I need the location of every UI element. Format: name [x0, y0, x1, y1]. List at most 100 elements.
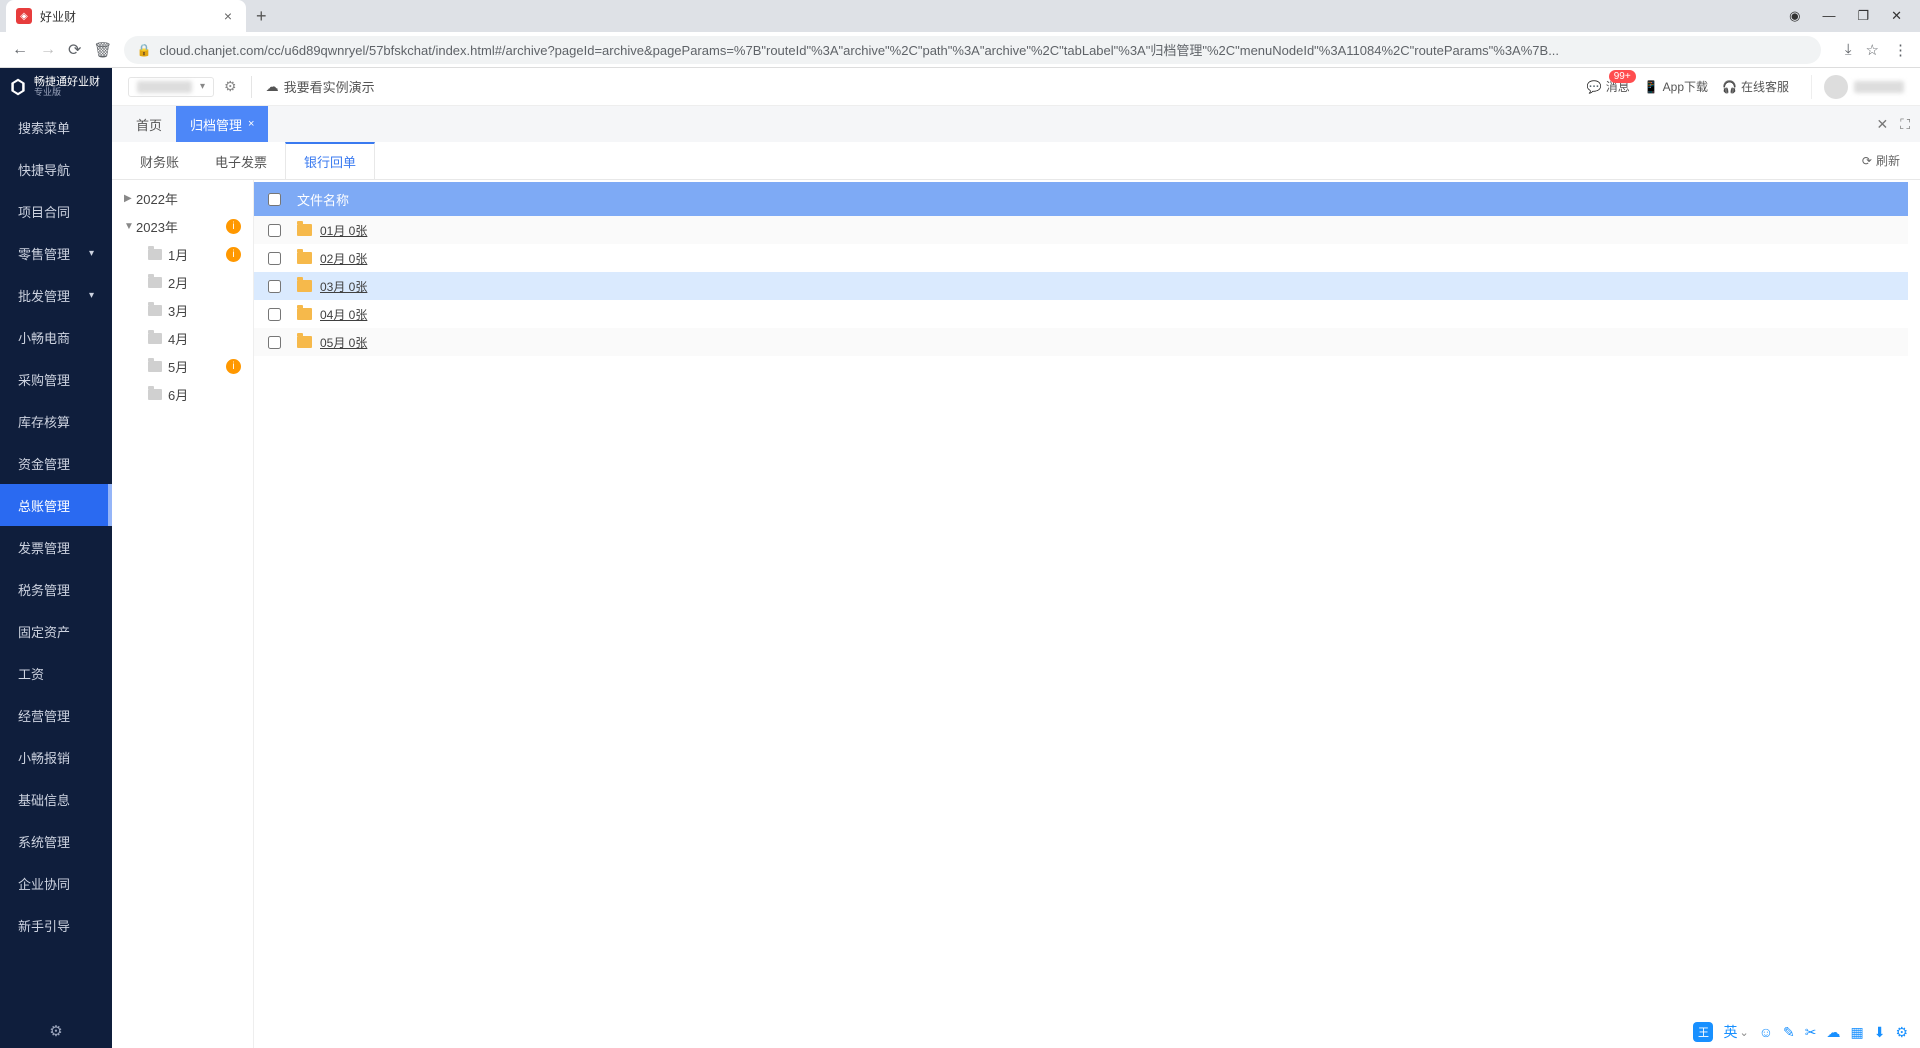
tray-image-icon[interactable]: ▦ — [1850, 1024, 1863, 1041]
sidebar-item-label: 小畅报销 — [18, 748, 70, 767]
reload-button[interactable]: ⟳ — [68, 40, 81, 60]
support-label: 在线客服 — [1741, 78, 1789, 95]
avatar-icon — [1824, 75, 1848, 99]
lock-icon: 🔒 — [136, 43, 151, 57]
tab-home[interactable]: 首页 — [122, 106, 176, 142]
close-window-icon[interactable]: ✕ — [1891, 8, 1902, 24]
tab-archive[interactable]: 归档管理 × — [176, 106, 268, 142]
ime-lang[interactable]: 英 ⌄ — [1723, 1022, 1748, 1042]
sidebar-item[interactable]: 小畅报销 — [0, 736, 112, 778]
sidebar-item[interactable]: 基础信息 — [0, 778, 112, 820]
forward-button[interactable]: → — [40, 41, 56, 59]
select-all-checkbox[interactable] — [268, 193, 281, 206]
folder-icon — [148, 305, 162, 316]
tray-cloud-icon[interactable]: ☁ — [1826, 1024, 1840, 1041]
bookmark-icon[interactable]: ☆ — [1866, 41, 1879, 59]
user-menu[interactable] — [1811, 75, 1904, 99]
list-header: 文件名称 — [254, 182, 1908, 216]
sidebar-item[interactable]: 快捷导航 — [0, 148, 112, 190]
table-row[interactable]: 03月 0张 — [254, 272, 1908, 300]
messages-button[interactable]: 💬 消息 99+ — [1587, 78, 1630, 95]
sidebar-item[interactable]: 发票管理 — [0, 526, 112, 568]
tree-month[interactable]: 3月 — [112, 296, 253, 324]
row-checkbox[interactable] — [268, 336, 281, 349]
sidebar-item[interactable]: 批发管理▾ — [0, 274, 112, 316]
sidebar-item[interactable]: 固定资产 — [0, 610, 112, 652]
tree-year-2023[interactable]: ▼ 2023年 i — [112, 212, 253, 240]
table-row[interactable]: 04月 0张 — [254, 300, 1908, 328]
sidebar-item[interactable]: 税务管理 — [0, 568, 112, 610]
close-tab-icon[interactable]: × — [248, 118, 254, 130]
row-checkbox[interactable] — [268, 280, 281, 293]
row-checkbox[interactable] — [268, 252, 281, 265]
sidebar-item[interactable]: 搜索菜单 — [0, 106, 112, 148]
subtab[interactable]: 银行回单 — [285, 142, 375, 179]
url-field[interactable]: 🔒 cloud.chanjet.com/cc/u6d89qwnryel/57bf… — [124, 36, 1820, 64]
sidebar-item[interactable]: 零售管理▾ — [0, 232, 112, 274]
incognito-icon[interactable]: ◉ — [1789, 8, 1800, 24]
org-selector[interactable]: ▾ — [128, 77, 214, 97]
install-app-icon[interactable]: ⤓ — [1845, 41, 1852, 59]
month-label: 3月 — [168, 301, 188, 320]
browser-menu-icon[interactable]: ⋮ — [1893, 41, 1908, 59]
subtab[interactable]: 财务账 — [122, 142, 197, 179]
table-row[interactable]: 05月 0张 — [254, 328, 1908, 356]
file-link[interactable]: 02月 0张 — [320, 250, 367, 267]
subtab[interactable]: 电子发票 — [197, 142, 285, 179]
maximize-icon[interactable]: ❐ — [1857, 8, 1869, 24]
browser-tab[interactable]: ◈ 好业财 × — [6, 0, 246, 32]
fullscreen-icon[interactable]: ⛶ — [1900, 116, 1910, 133]
sidebar-item[interactable]: 新手引导 — [0, 904, 112, 946]
ime-badge[interactable]: 王 — [1693, 1022, 1713, 1042]
table-row[interactable]: 01月 0张 — [254, 216, 1908, 244]
minimize-icon[interactable]: — — [1822, 8, 1835, 24]
table-row[interactable]: 02月 0张 — [254, 244, 1908, 272]
tray-scissors-icon[interactable]: ✂ — [1805, 1024, 1817, 1041]
row-checkbox[interactable] — [268, 308, 281, 321]
tray-gear-icon[interactable]: ⚙ — [1895, 1024, 1908, 1041]
sidebar-item-label: 搜索菜单 — [18, 118, 70, 137]
sidebar-item-label: 库存核算 — [18, 412, 70, 431]
sidebar-item-label: 基础信息 — [18, 790, 70, 809]
new-tab-button[interactable]: + — [256, 6, 267, 27]
tree-month[interactable]: 2月 — [112, 268, 253, 296]
back-button[interactable]: ← — [12, 41, 28, 59]
tray-download-icon[interactable]: ⬇ — [1874, 1024, 1886, 1041]
tray-edit-icon[interactable]: ✎ — [1783, 1024, 1795, 1041]
sidebar-item[interactable]: 项目合同 — [0, 190, 112, 232]
tree-month[interactable]: 6月 — [112, 380, 253, 408]
tree-month[interactable]: 1月i — [112, 240, 253, 268]
close-all-tabs-icon[interactable]: ✕ — [1876, 116, 1888, 133]
year-2023-label: 2023年 — [136, 217, 178, 236]
file-list: 文件名称 01月 0张 02月 0张 03月 0张 04月 0张 05月 0张 — [254, 180, 1908, 1048]
browser-tab-title: 好业财 — [40, 8, 76, 25]
tree-year-2022[interactable]: ▶ 2022年 — [112, 184, 253, 212]
tree-month[interactable]: 4月 — [112, 324, 253, 352]
sidebar-item[interactable]: 企业协同 — [0, 862, 112, 904]
trash-icon[interactable]: 🗑 — [93, 41, 112, 59]
file-link[interactable]: 03月 0张 — [320, 278, 367, 295]
tray-smile-icon[interactable]: ☺ — [1759, 1024, 1773, 1040]
sidebar-item[interactable]: 总账管理 — [0, 484, 112, 526]
sidebar-item[interactable]: 工资 — [0, 652, 112, 694]
sidebar-item[interactable]: 小畅电商 — [0, 316, 112, 358]
divider — [251, 76, 252, 98]
close-tab-icon[interactable]: × — [224, 8, 232, 24]
tree-month[interactable]: 5月i — [112, 352, 253, 380]
file-link[interactable]: 04月 0张 — [320, 306, 367, 323]
row-checkbox[interactable] — [268, 224, 281, 237]
file-link[interactable]: 01月 0张 — [320, 222, 367, 239]
sidebar-item[interactable]: 资金管理 — [0, 442, 112, 484]
support-button[interactable]: 🎧 在线客服 — [1722, 78, 1789, 95]
sidebar-item[interactable]: 库存核算 — [0, 400, 112, 442]
file-link[interactable]: 05月 0张 — [320, 334, 367, 351]
demo-link[interactable]: ☁ 我要看实例演示 — [266, 77, 375, 96]
sidebar-item[interactable]: 经营管理 — [0, 694, 112, 736]
refresh-button[interactable]: ⟳ 刷新 — [1862, 142, 1900, 179]
org-settings-icon[interactable]: ⚙ — [224, 78, 237, 95]
app-download-button[interactable]: 📱 App下载 — [1644, 78, 1708, 95]
sidebar-item-label: 经营管理 — [18, 706, 70, 725]
sidebar-settings-icon[interactable]: ⚙ — [0, 1022, 112, 1040]
sidebar-item[interactable]: 采购管理 — [0, 358, 112, 400]
sidebar-item[interactable]: 系统管理 — [0, 820, 112, 862]
